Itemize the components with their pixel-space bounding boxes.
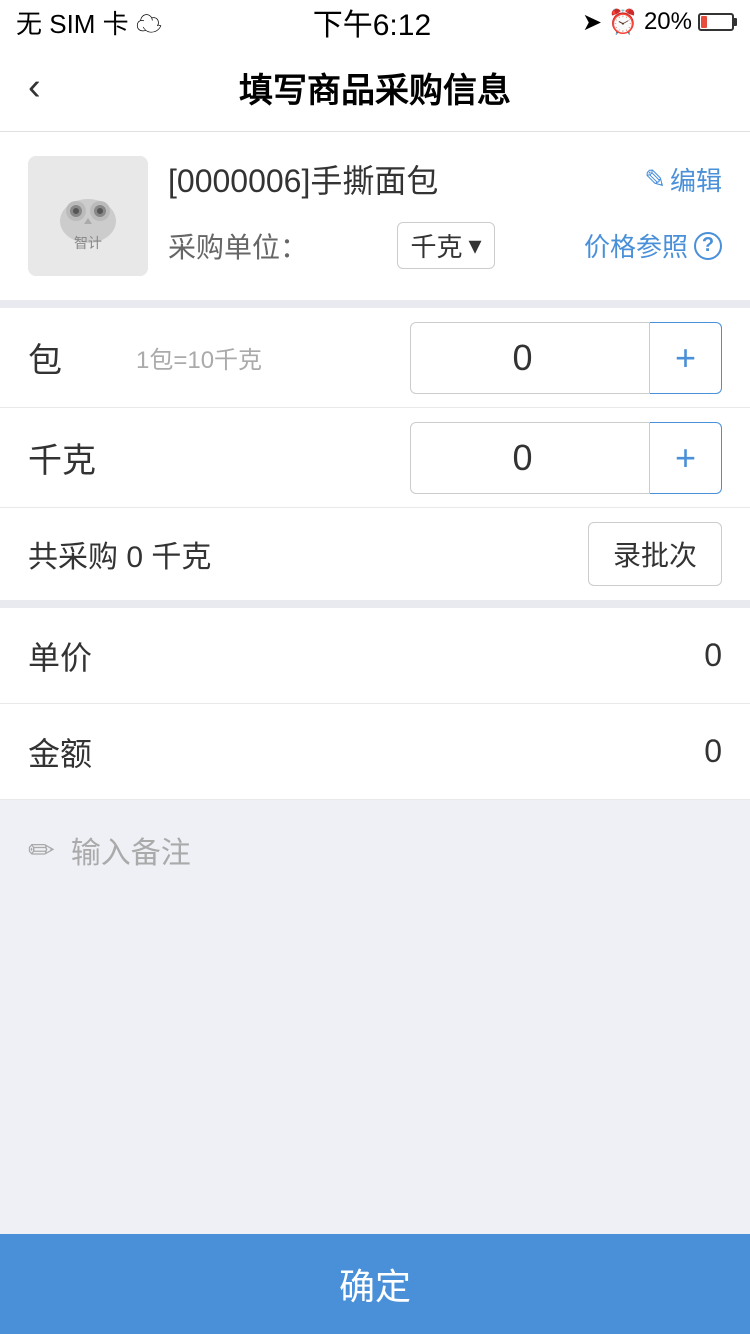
batch-button[interactable]: 录批次 [588, 522, 722, 586]
amount-label: 金额 [28, 729, 92, 775]
amount-value: 0 [704, 733, 722, 770]
bag-input-row: 包 1包=10千克 + [0, 308, 750, 408]
price-section: 单价 0 金额 0 [0, 608, 750, 800]
content-spacer [0, 900, 750, 1234]
back-button[interactable]: ‹ [28, 66, 41, 109]
kg-input-row: 千克 + [0, 408, 750, 508]
note-placeholder: 输入备注 [71, 828, 191, 872]
product-card: 智计 [0000006]手撕面包 ✎ 编辑 采购单位： 千克 ▾ 价格参照 ? [0, 132, 750, 308]
total-row: 共采购 0 千克 录批次 [0, 508, 750, 608]
alarm-icon: ⏰ [608, 8, 638, 37]
bag-quantity-input[interactable] [410, 322, 650, 394]
status-bar: 无 SIM 卡 ☁ 下午6:12 ➤ ⏰ 20% [0, 0, 750, 44]
status-right: ➤ ⏰ 20% [582, 8, 734, 37]
amount-row: 金额 0 [0, 704, 750, 800]
unit-value: 千克 [410, 227, 462, 264]
product-info: [0000006]手撕面包 ✎ 编辑 采购单位： 千克 ▾ 价格参照 ? [168, 156, 722, 269]
battery-percent: 20% [644, 8, 692, 36]
unit-price-value: 0 [704, 637, 722, 674]
kg-input-control: + [410, 422, 722, 494]
unit-price-label: 单价 [28, 633, 92, 679]
product-name: [0000006]手撕面包 [168, 156, 438, 202]
product-image: 智计 [28, 156, 148, 276]
battery-fill [701, 16, 707, 28]
bag-sublabel: 1包=10千克 [136, 340, 410, 375]
chevron-down-icon: ▾ [468, 230, 481, 261]
edit-icon: ✎ [644, 164, 666, 195]
note-section[interactable]: ✏ 输入备注 [0, 800, 750, 900]
status-left: 无 SIM 卡 ☁ [16, 4, 162, 41]
unit-select[interactable]: 千克 ▾ [397, 222, 494, 269]
bag-plus-button[interactable]: + [650, 322, 722, 394]
nav-bar: ‹ 填写商品采购信息 [0, 44, 750, 132]
product-header: [0000006]手撕面包 ✎ 编辑 [168, 156, 722, 202]
total-label: 共采购 0 千克 [28, 532, 211, 576]
edit-button[interactable]: ✎ 编辑 [644, 161, 722, 198]
location-icon: ➤ [582, 8, 602, 37]
input-section: 包 1包=10千克 + 千克 + [0, 308, 750, 508]
sim-label: 无 SIM 卡 ☁ [16, 4, 162, 41]
product-unit-row: 采购单位： 千克 ▾ 价格参照 ? [168, 222, 722, 269]
owl-logo-icon: 智计 [48, 176, 128, 256]
page-title: 填写商品采购信息 [239, 63, 511, 112]
battery-icon [698, 13, 734, 31]
price-ref-button[interactable]: 价格参照 ? [584, 227, 722, 264]
pencil-icon: ✏ [28, 831, 55, 869]
price-ref-label: 价格参照 [584, 227, 688, 264]
confirm-button[interactable]: 确定 [0, 1234, 750, 1334]
kg-label: 千克 [28, 433, 128, 482]
unit-label: 采购单位： [168, 226, 308, 266]
status-time: 下午6:12 [313, 0, 431, 44]
bag-label: 包 [28, 333, 128, 382]
kg-quantity-input[interactable] [410, 422, 650, 494]
unit-price-row: 单价 0 [0, 608, 750, 704]
kg-plus-button[interactable]: + [650, 422, 722, 494]
help-icon: ? [694, 232, 722, 260]
svg-text:智计: 智计 [74, 235, 102, 251]
bag-input-control: + [410, 322, 722, 394]
